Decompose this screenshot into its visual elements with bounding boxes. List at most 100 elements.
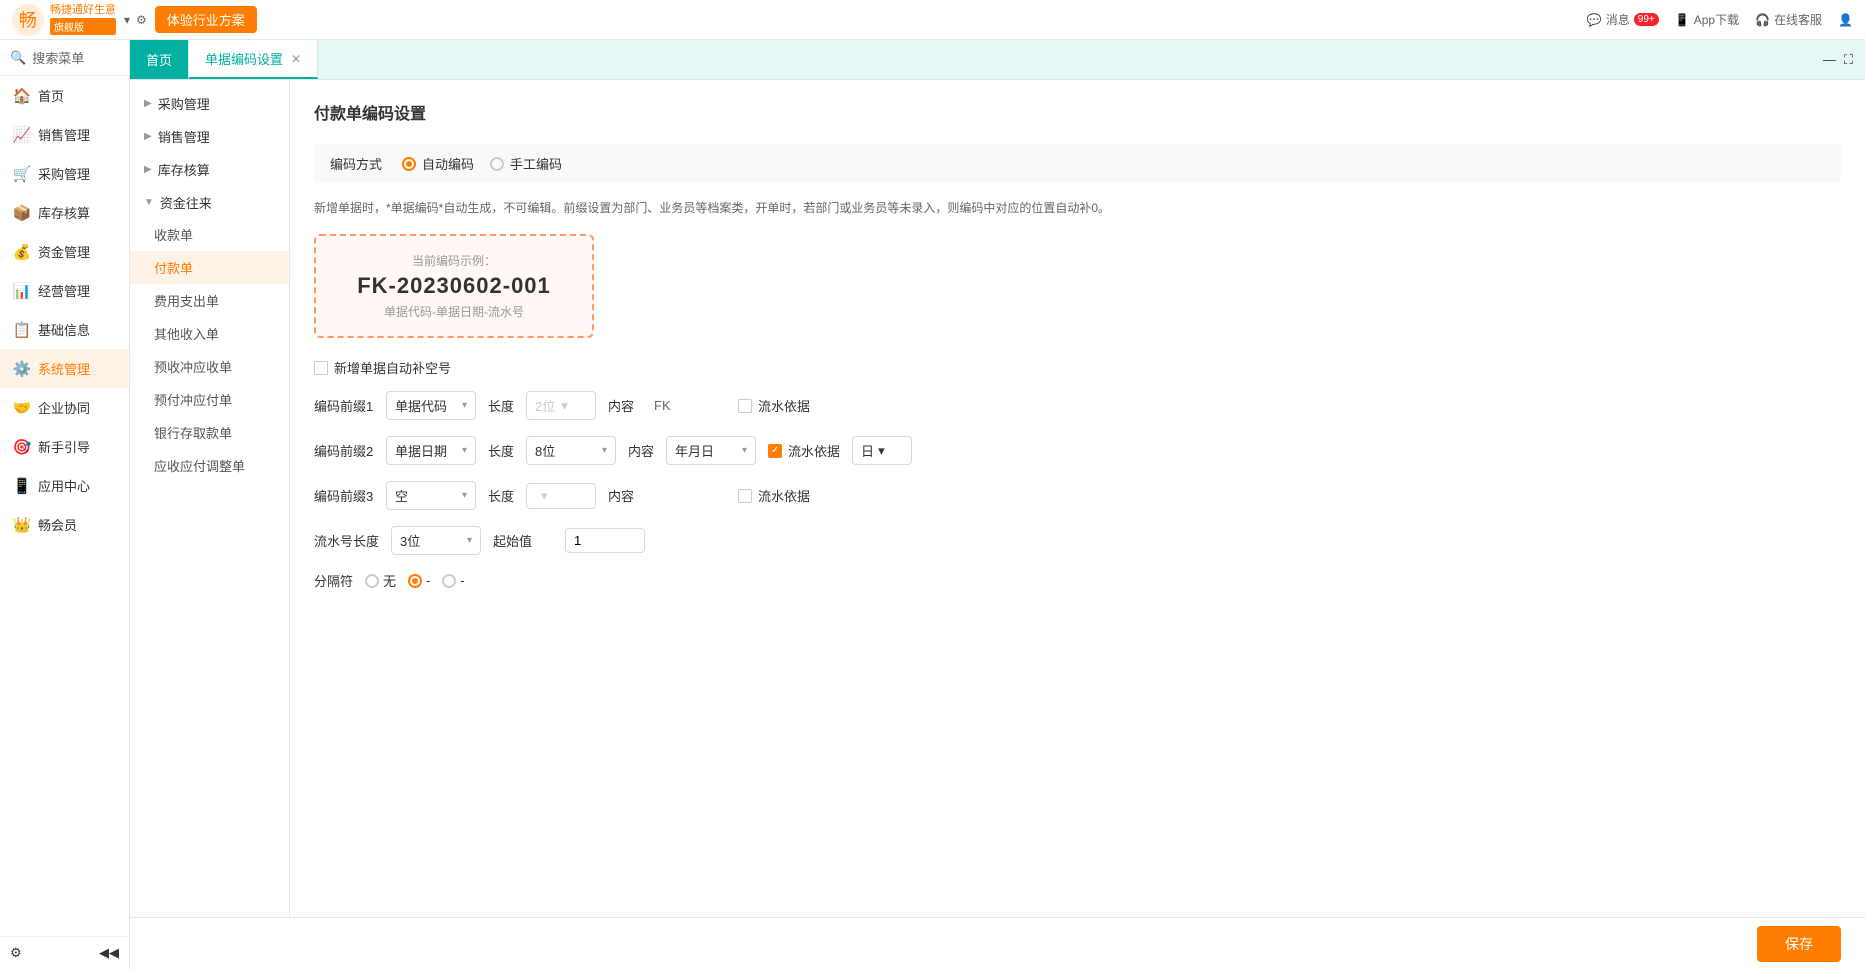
sub-group-inventory-title[interactable]: ▶ 库存核算 (130, 154, 289, 185)
sidebar-item-operation[interactable]: 📊 经营管理 (0, 271, 129, 310)
stream2-checkbox[interactable]: ✓ (768, 444, 782, 458)
sub-group-inventory-label: 库存核算 (158, 160, 210, 179)
stream-length-select[interactable]: 3位 ▾ (391, 526, 481, 555)
save-button[interactable]: 保存 (1757, 926, 1841, 962)
preview-code: FK-20230602-001 (340, 273, 568, 299)
search-icon: 🔍 (10, 50, 26, 66)
sub-item-receipt[interactable]: 收款单 (130, 218, 289, 251)
length1-box[interactable]: 2位 ▾ (526, 391, 596, 420)
message-badge: 99+ (1634, 13, 1659, 26)
prefix3-select[interactable]: 空 ▾ (386, 481, 476, 510)
solution-button[interactable]: 体验行业方案 (155, 6, 257, 33)
radio-auto[interactable]: 自动编码 (402, 154, 474, 173)
sub-group-purchase-title[interactable]: ▶ 采购管理 (130, 88, 289, 119)
sub-item-payment[interactable]: 付款单 (130, 251, 289, 284)
service-label: 在线客服 (1774, 11, 1822, 28)
content1-value: FK (646, 394, 726, 417)
day-select[interactable]: 日 ▾ (852, 436, 912, 465)
sub-item-other-income[interactable]: 其他收入单 (130, 317, 289, 350)
sidebar-item-company[interactable]: 🤝 企业协同 (0, 388, 129, 427)
sep-dash-dot (442, 574, 456, 588)
sep-dot[interactable]: - (408, 573, 430, 588)
sidebar-item-inventory[interactable]: 📦 库存核算 (0, 193, 129, 232)
sub-group-purchase-label: 采购管理 (158, 94, 210, 113)
sidebar-item-member[interactable]: 👑 畅会员 (0, 505, 129, 544)
length2-box[interactable]: 8位 ▾ (526, 436, 616, 465)
preview-format: 单据代码-单据日期-流水号 (340, 303, 568, 320)
day-value: 日 (861, 441, 874, 460)
sidebar-item-system[interactable]: ⚙️ 系统管理 (0, 349, 129, 388)
sidebar-item-guide[interactable]: 🎯 新手引导 (0, 427, 129, 466)
start-value-input[interactable] (565, 528, 645, 553)
auto-fill-label: 新增单据自动补空号 (334, 358, 451, 377)
app-download-item[interactable]: 📱 App下载 (1675, 11, 1739, 28)
tab-home[interactable]: 首页 (130, 40, 189, 79)
user-icon: 👤 (1838, 13, 1853, 27)
prefix1-select[interactable]: 单据代码 ▾ (386, 391, 476, 420)
radio-auto-label: 自动编码 (422, 154, 474, 173)
online-service-item[interactable]: 🎧 在线客服 (1755, 11, 1822, 28)
prefix3-label: 编码前缀3 (314, 486, 374, 505)
chevron-right-icon: ▶ (144, 98, 152, 109)
stream3-checkbox-group: 流水依据 (738, 486, 810, 505)
brand-logo: 畅 (12, 4, 44, 36)
nav-gear[interactable]: ⚙ (136, 13, 147, 27)
chevron-prefix1: ▾ (462, 400, 467, 411)
sidebar-item-finance[interactable]: 💰 资金管理 (0, 232, 129, 271)
radio-group-encode: 自动编码 手工编码 (402, 154, 562, 173)
prefix2-select[interactable]: 单据日期 ▾ (386, 436, 476, 465)
content2-select[interactable]: 年月日 ▾ (666, 436, 756, 465)
chevron-stream-len: ▾ (467, 535, 472, 546)
stream3-checkbox[interactable] (738, 489, 752, 503)
sep-none-dot (365, 574, 379, 588)
sidebar-search[interactable]: 🔍 搜索菜单 (0, 40, 129, 76)
encode-method-label: 编码方式 (330, 154, 382, 173)
sidebar-item-purchase[interactable]: 🛒 采购管理 (0, 154, 129, 193)
content3-label: 内容 (608, 486, 634, 505)
separator-label: 分隔符 (314, 571, 353, 590)
sub-item-bank[interactable]: 银行存取款单 (130, 416, 289, 449)
tab-settings[interactable]: 单据编码设置 ✕ (189, 40, 318, 79)
sidebar-item-apps[interactable]: 📱 应用中心 (0, 466, 129, 505)
message-item[interactable]: 💬 消息 99+ (1587, 11, 1659, 28)
info-text: 新增单据时，*单据编码*自动生成，不可编辑。前缀设置为部门、业务员等档案类，开单… (314, 199, 1841, 218)
sub-sidebar: ▶ 采购管理 ▶ 销售管理 ▶ 库存核算 (130, 80, 290, 917)
nav-arrow[interactable]: ▾ (124, 13, 130, 27)
prefix1-value: 单据代码 (395, 396, 447, 415)
topbar-nav: ▾ ⚙ (124, 13, 147, 27)
length2-value: 8位 (535, 441, 555, 460)
tab-close-icon[interactable]: ✕ (291, 52, 301, 66)
sidebar-item-sales[interactable]: 📈 销售管理 (0, 115, 129, 154)
sub-item-pre-payment[interactable]: 预付冲应付单 (130, 383, 289, 416)
chevron-len3: ▾ (541, 488, 548, 504)
sidebar-item-basic[interactable]: 📋 基础信息 (0, 310, 129, 349)
sidebar-item-company-label: 企业协同 (38, 398, 90, 417)
sep-dash[interactable]: - (442, 573, 464, 588)
user-avatar[interactable]: 👤 (1838, 13, 1853, 27)
tab-fullscreen-icon[interactable]: ⛶ (1844, 52, 1853, 68)
stream1-label: 流水依据 (758, 396, 810, 415)
prefix3-value: 空 (395, 486, 408, 505)
sub-group-sales-title[interactable]: ▶ 销售管理 (130, 121, 289, 152)
brand-name: 畅捷通好生意 (50, 4, 116, 17)
collapse-icon[interactable]: ◀◀ (99, 945, 119, 961)
app-label: App下载 (1694, 11, 1739, 28)
message-icon: 💬 (1587, 13, 1602, 27)
sidebar-item-home[interactable]: 🏠 首页 (0, 76, 129, 115)
tab-minimize-icon[interactable]: — (1823, 52, 1836, 67)
stream1-checkbox[interactable] (738, 399, 752, 413)
sub-item-pre-receipt[interactable]: 预收冲应收单 (130, 350, 289, 383)
content1-label: 内容 (608, 396, 634, 415)
content2-label: 内容 (628, 441, 654, 460)
sub-item-expense[interactable]: 费用支出单 (130, 284, 289, 317)
length3-box[interactable]: ▾ (526, 483, 596, 509)
company-icon: 🤝 (14, 400, 30, 416)
sub-group-finance-title[interactable]: ▼ 资金往来 (130, 187, 289, 218)
prefix2-row: 编码前缀2 单据日期 ▾ 长度 8位 ▾ 内容 年月日 ▾ (314, 436, 1841, 465)
sub-item-adjust[interactable]: 应收应付调整单 (130, 449, 289, 482)
tab-actions: — ⛶ (1823, 52, 1865, 68)
settings-bottom-icon[interactable]: ⚙ (10, 945, 22, 961)
auto-fill-checkbox[interactable] (314, 361, 328, 375)
radio-manual[interactable]: 手工编码 (490, 154, 562, 173)
sep-none[interactable]: 无 (365, 571, 396, 590)
